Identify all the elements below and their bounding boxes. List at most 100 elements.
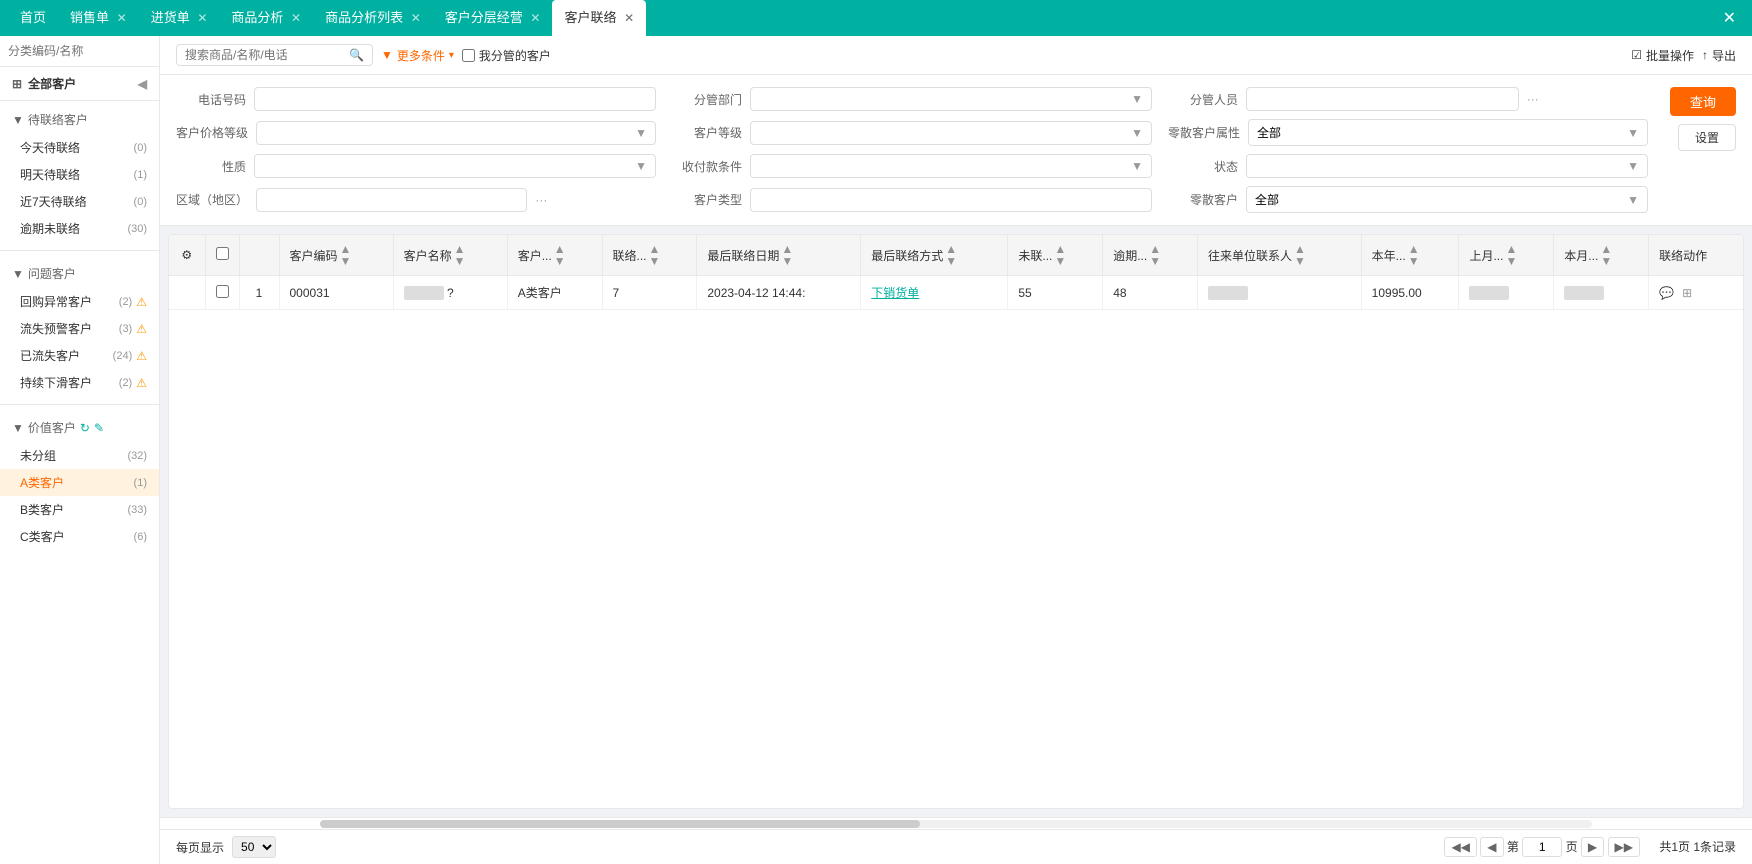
sidebar-section-problem-title[interactable]: ▼ 问题客户	[0, 259, 159, 288]
row-last-method: 下销货单	[861, 276, 1008, 310]
select-all-checkbox[interactable]	[216, 247, 229, 260]
sidebar-all-customers[interactable]: ⊞ 全部客户 ◀	[0, 67, 159, 101]
warn-icon3[interactable]: ⚠	[136, 349, 147, 363]
customer-type-input[interactable]	[750, 188, 1152, 212]
nav-purchase[interactable]: 进货单 ✕	[139, 0, 220, 36]
person-input[interactable]	[1246, 87, 1519, 111]
price-level-select[interactable]: ▼	[256, 121, 656, 145]
value-section-label: 价值客户	[28, 419, 76, 436]
sidebar-item-a-class[interactable]: A类客户 (1)	[0, 469, 159, 496]
status-select[interactable]: ▼	[1246, 154, 1648, 178]
region-input[interactable]	[256, 188, 527, 212]
customer-level-select[interactable]: ▼	[750, 121, 1152, 145]
export-button[interactable]: ↑ 导出	[1702, 47, 1736, 64]
sort-arrows-no-contact[interactable]: ▲▼	[1054, 243, 1066, 267]
page-size-select[interactable]: 50	[232, 836, 276, 858]
sort-arrows-type[interactable]: ▲▼	[554, 243, 566, 267]
retail-customer-select[interactable]: 全部 ▼	[1246, 186, 1648, 213]
edit-icon[interactable]: ✎	[94, 421, 104, 435]
sort-arrows-last-method[interactable]: ▲▼	[945, 243, 957, 267]
last-page-button[interactable]: ▶▶	[1608, 837, 1640, 857]
nav-customer-contact[interactable]: 客户联络 ✕	[552, 0, 646, 36]
region-dots-icon[interactable]: ···	[535, 193, 547, 207]
sidebar-item-overdue[interactable]: 逾期未联络 (30)	[0, 215, 159, 242]
query-button[interactable]: 查询	[1670, 87, 1736, 116]
sidebar-item-b-class[interactable]: B类客户 (33)	[0, 496, 159, 523]
my-customers-checkbox[interactable]: 我分管的客户	[462, 47, 551, 64]
sidebar-section-pending-title[interactable]: ▼ 待联络客户	[0, 105, 159, 134]
batch-op-button[interactable]: ☑ 批量操作	[1631, 47, 1694, 64]
customer-type-label: 客户类型	[672, 191, 742, 208]
sidebar-item-unclassified[interactable]: 未分组 (32)	[0, 442, 159, 469]
window-close-button[interactable]: ✕	[1715, 8, 1744, 28]
phone-input[interactable]	[254, 87, 656, 111]
row-last-method-link[interactable]: 下销货单	[871, 286, 919, 300]
sidebar-item-c-class[interactable]: C类客户 (6)	[0, 523, 159, 550]
sort-arrows-name[interactable]: ▲▼	[454, 243, 466, 267]
nav-sales-close[interactable]: ✕	[117, 11, 127, 25]
nav-product-analysis-close[interactable]: ✕	[291, 11, 301, 25]
sort-arrows-last-date[interactable]: ▲▼	[781, 243, 793, 267]
filter-search-icon[interactable]: 🔍	[349, 48, 364, 62]
share-icon[interactable]: ⊞	[1682, 286, 1692, 300]
person-dots-icon[interactable]: ···	[1527, 92, 1539, 106]
payment-select[interactable]: ▼	[750, 154, 1152, 178]
warn-icon2[interactable]: ⚠	[136, 322, 147, 336]
declining-label: 持续下滑客户	[20, 374, 92, 391]
my-customers-check-input[interactable]	[462, 49, 475, 62]
gear-header-icon[interactable]: ⚙	[181, 248, 192, 262]
nav-customer-contact-close[interactable]: ✕	[624, 11, 634, 25]
scrollbar-thumb[interactable]	[320, 820, 920, 828]
refresh-icon[interactable]: ↻	[80, 421, 90, 435]
nav-product-analysis[interactable]: 商品分析 ✕	[219, 0, 313, 36]
sidebar-item-churned[interactable]: 已流失客户 (24) ⚠	[0, 342, 159, 369]
warn-icon[interactable]: ⚠	[136, 295, 147, 309]
sidebar-collapse-button[interactable]: ◀	[138, 77, 147, 91]
sidebar-item-today[interactable]: 今天待联络 (0)	[0, 134, 159, 161]
overdue-label: 逾期未联络	[20, 220, 80, 237]
nav-purchase-close[interactable]: ✕	[197, 11, 207, 25]
sidebar-section-value-title[interactable]: ▼ 价值客户 ↻ ✎	[0, 413, 159, 442]
filter-actions: 查询 设置	[1656, 87, 1736, 213]
sort-arrows-contact[interactable]: ▲▼	[649, 243, 661, 267]
sidebar-item-abnormal[interactable]: 回购异常客户 (2) ⚠	[0, 288, 159, 315]
sidebar-search-input[interactable]	[8, 44, 160, 58]
more-conditions-button[interactable]: ▼ 更多条件 ▾	[381, 47, 454, 64]
row-gear	[169, 276, 205, 310]
first-page-button[interactable]: ◀◀	[1444, 837, 1476, 857]
nav-product-list[interactable]: 商品分析列表 ✕	[313, 0, 433, 36]
row-checkbox[interactable]	[216, 285, 229, 298]
b-class-label: B类客户	[20, 501, 64, 518]
sort-arrows-company-contact[interactable]: ▲▼	[1294, 243, 1306, 267]
filter-search-box: 🔍	[176, 44, 373, 66]
nav-sales[interactable]: 销售单 ✕	[58, 0, 139, 36]
sort-arrows-code[interactable]: ▲▼	[340, 243, 352, 267]
nav-product-list-close[interactable]: ✕	[411, 11, 421, 25]
warn-icon4[interactable]: ⚠	[136, 376, 147, 390]
sort-arrows-overdue[interactable]: ▲▼	[1149, 243, 1161, 267]
prev-page-button[interactable]: ◀	[1480, 837, 1503, 857]
th-check	[205, 235, 239, 276]
nav-customer-tier-close[interactable]: ✕	[530, 11, 540, 25]
retail-attr-select[interactable]: 全部 ▼	[1248, 119, 1648, 146]
filter-bar: 🔍 ▼ 更多条件 ▾ 我分管的客户 ☑ 批量操作 ↑ 导出	[160, 36, 1752, 75]
sort-arrows-last-month[interactable]: ▲▼	[1505, 243, 1517, 267]
nav-home[interactable]: 首页	[8, 0, 58, 36]
message-icon[interactable]: 💬	[1659, 286, 1674, 300]
nav-customer-tier[interactable]: 客户分层经营 ✕	[433, 0, 553, 36]
dept-select[interactable]: ▼	[750, 87, 1152, 111]
sidebar-item-churn-warning[interactable]: 流失预警客户 (3) ⚠	[0, 315, 159, 342]
nature-select[interactable]: ▼	[254, 154, 656, 178]
sidebar-item-tomorrow[interactable]: 明天待联络 (1)	[0, 161, 159, 188]
status-arrow-icon: ▼	[1627, 159, 1639, 173]
sidebar-item-declining[interactable]: 持续下滑客户 (2) ⚠	[0, 369, 159, 396]
sort-arrows-this-year[interactable]: ▲▼	[1408, 243, 1420, 267]
customer-level-label: 客户等级	[672, 124, 742, 141]
next-page-button[interactable]: ▶	[1581, 837, 1604, 857]
sort-arrows-this-month[interactable]: ▲▼	[1600, 243, 1612, 267]
grid-icon: ⊞	[12, 77, 22, 91]
setting-button[interactable]: 设置	[1678, 124, 1736, 151]
filter-search-input[interactable]	[185, 48, 345, 62]
sidebar-item-7days[interactable]: 近7天待联络 (0)	[0, 188, 159, 215]
page-number-input[interactable]	[1522, 837, 1562, 857]
